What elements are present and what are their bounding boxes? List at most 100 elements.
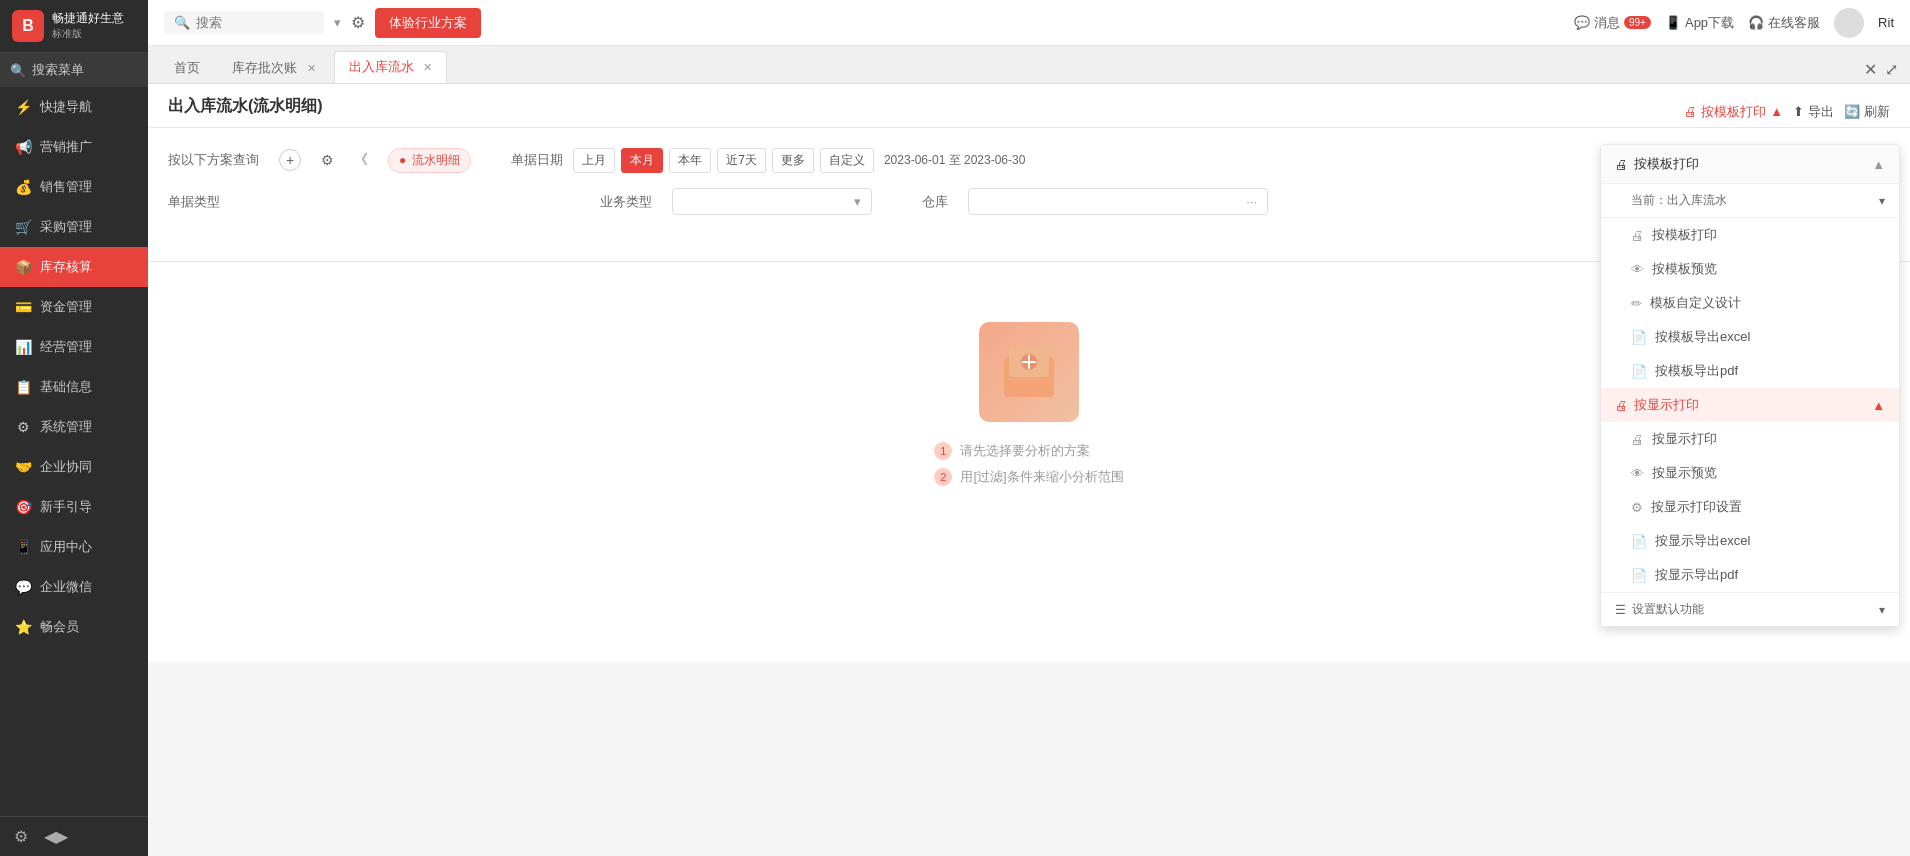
dropdown-title: 按模板打印: [1634, 155, 1699, 173]
dropdown-panel: 🖨 按模板打印 ▲ 当前：出入库流水 ▾ 🖨 按模板打印 👁 按模板预览 ✏ 模…: [1600, 144, 1900, 627]
topbar-gear-icon[interactable]: ⚙: [351, 13, 365, 32]
dropdown-item-template-preview[interactable]: 👁 按模板预览: [1601, 252, 1899, 286]
dropdown-item-display-export-pdf[interactable]: 📄 按显示导出pdf: [1601, 558, 1899, 592]
quick-nav-icon: ⚡: [14, 99, 32, 115]
avatar[interactable]: [1834, 8, 1864, 38]
display-excel-icon: 📄: [1631, 534, 1647, 549]
collapse-icon[interactable]: ◀▶: [44, 827, 68, 846]
app-download-group[interactable]: 📱 App下载: [1665, 14, 1734, 32]
empty-illustration: [994, 337, 1064, 407]
sidebar-item-basic-info[interactable]: 📋 基础信息: [0, 367, 148, 407]
dropdown-item-template-export-excel[interactable]: 📄 按模板导出excel: [1601, 320, 1899, 354]
sidebar-item-guide[interactable]: 🎯 新手引导: [0, 487, 148, 527]
dropdown-item-display-export-excel[interactable]: 📄 按显示导出excel: [1601, 524, 1899, 558]
settings-icon[interactable]: ⚙: [14, 827, 28, 846]
date-label: 单据日期: [511, 151, 563, 169]
sidebar-item-operations[interactable]: 📊 经营管理: [0, 327, 148, 367]
sidebar-item-system[interactable]: ⚙ 系统管理: [0, 407, 148, 447]
sidebar-item-label: 采购管理: [40, 218, 92, 236]
sidebar-item-sales[interactable]: 💰 销售管理: [0, 167, 148, 207]
empty-step-2: 2 用[过滤]条件来缩小分析范围: [934, 468, 1123, 486]
date-custom[interactable]: 自定义: [820, 148, 874, 173]
export-btn[interactable]: ⬆ 导出: [1793, 103, 1834, 121]
tab-batch-ledger-close[interactable]: ✕: [307, 62, 316, 74]
warehouse-select[interactable]: ···: [968, 188, 1268, 215]
sidebar: B 畅捷通好生意 标准版 🔍 搜索菜单 ⚡ 快捷导航 📢 营销推广 💰 销售管理…: [0, 0, 148, 856]
dropdown-item-label: 按显示打印: [1652, 430, 1717, 448]
dropdown-item-display-preview[interactable]: 👁 按显示预览: [1601, 456, 1899, 490]
step-1-text: 请先选择要分析的方案: [960, 442, 1090, 460]
sidebar-item-app-center[interactable]: 📱 应用中心: [0, 527, 148, 567]
tab-expand-icon[interactable]: ⤢: [1885, 60, 1898, 79]
app-name: 畅捷通好生意: [52, 11, 124, 27]
sidebar-item-label: 营销推广: [40, 138, 92, 156]
date-last-7-days[interactable]: 近7天: [717, 148, 766, 173]
main-area: 🔍 ▾ ⚙ 体验行业方案 💬 消息 99+ 📱 App下载 🎧 在线客服 Rit: [148, 0, 1910, 856]
sidebar-item-label: 应用中心: [40, 538, 92, 556]
online-service-group[interactable]: 🎧 在线客服: [1748, 14, 1820, 32]
dropdown-item-template-print[interactable]: 🖨 按模板打印: [1601, 218, 1899, 252]
date-more[interactable]: 更多: [772, 148, 814, 173]
topbar-search-input[interactable]: [196, 15, 306, 30]
step-2-text: 用[过滤]条件来缩小分析范围: [960, 468, 1123, 486]
sidebar-item-label: 快捷导航: [40, 98, 92, 116]
wechat-icon: 💬: [14, 579, 32, 595]
tab-home[interactable]: 首页: [160, 53, 214, 83]
filter-add-btn[interactable]: +: [279, 149, 301, 171]
message-group[interactable]: 💬 消息 99+: [1574, 14, 1651, 32]
basic-info-icon: 📋: [14, 379, 32, 395]
dropdown-footer[interactable]: ☰ 设置默认功能 ▾: [1601, 592, 1899, 626]
tab-inout-flow[interactable]: 出入库流水 ✕: [334, 51, 448, 83]
sidebar-item-quick-nav[interactable]: ⚡ 快捷导航: [0, 87, 148, 127]
business-type-select[interactable]: ▾: [672, 188, 872, 215]
sidebar-item-wechat[interactable]: 💬 企业微信: [0, 567, 148, 607]
template-preview-icon: 👁: [1631, 262, 1644, 277]
topbar-icons: 💬 消息 99+ 📱 App下载 🎧 在线客服 Rit: [1574, 8, 1894, 38]
sidebar-item-label: 销售管理: [40, 178, 92, 196]
dropdown-item-display-print-settings[interactable]: ⚙ 按显示打印设置: [1601, 490, 1899, 524]
export-icon: ⬆: [1793, 104, 1804, 119]
filter-active-tag[interactable]: ● 流水明细: [388, 148, 471, 173]
dropdown-current: 当前：出入库流水 ▾: [1601, 184, 1899, 218]
tab-batch-ledger-label: 库存批次账: [232, 60, 297, 75]
industry-btn[interactable]: 体验行业方案: [375, 8, 481, 38]
pdf-icon: 📄: [1631, 364, 1647, 379]
dropdown-item-template-export-pdf[interactable]: 📄 按模板导出pdf: [1601, 354, 1899, 388]
date-this-year[interactable]: 本年: [669, 148, 711, 173]
dropdown-item-template-custom[interactable]: ✏ 模板自定义设计: [1601, 286, 1899, 320]
dropdown-collapse-icon[interactable]: ▲: [1872, 157, 1885, 172]
sidebar-item-enterprise[interactable]: 🤝 企业协同: [0, 447, 148, 487]
display-preview-icon: 👁: [1631, 466, 1644, 481]
sidebar-item-marketing[interactable]: 📢 营销推广: [0, 127, 148, 167]
dropdown-current-arrow: ▾: [1879, 194, 1885, 208]
topbar-search-box[interactable]: 🔍: [164, 11, 324, 34]
template-print-btn[interactable]: 🖨 按模板打印 ▲: [1684, 103, 1783, 121]
sidebar-item-label: 系统管理: [40, 418, 92, 436]
dropdown-item-display-print[interactable]: 🖨 按显示打印: [1601, 422, 1899, 456]
sidebar-item-finance[interactable]: 💳 资金管理: [0, 287, 148, 327]
filter-tag-label: 流水明细: [412, 152, 460, 169]
date-prev-month[interactable]: 上月: [573, 148, 615, 173]
refresh-btn[interactable]: 🔄 刷新: [1844, 103, 1890, 121]
tab-close-all-icon[interactable]: ✕: [1864, 60, 1877, 79]
empty-step-1: 1 请先选择要分析的方案: [934, 442, 1123, 460]
sidebar-search[interactable]: 🔍 搜索菜单: [0, 53, 148, 87]
sidebar-item-inventory[interactable]: 📦 库存核算: [0, 247, 148, 287]
topbar-dropdown-icon[interactable]: ▾: [334, 15, 341, 30]
date-this-month[interactable]: 本月: [621, 148, 663, 173]
empty-image: [979, 322, 1079, 422]
tab-inout-flow-label: 出入库流水: [349, 59, 414, 74]
filter-settings-icon[interactable]: ⚙: [321, 152, 334, 168]
tab-batch-ledger[interactable]: 库存批次账 ✕: [218, 53, 330, 83]
topbar-search-icon: 🔍: [174, 15, 190, 30]
sidebar-item-purchase[interactable]: 🛒 采购管理: [0, 207, 148, 247]
app-edition: 标准版: [52, 27, 124, 41]
headset-icon: 🎧: [1748, 15, 1764, 30]
sidebar-nav: ⚡ 快捷导航 📢 营销推广 💰 销售管理 🛒 采购管理 📦 库存核算 💳 资金管…: [0, 87, 148, 816]
tab-inout-flow-close[interactable]: ✕: [423, 61, 432, 73]
filter-collapse-icon[interactable]: 《: [354, 151, 368, 169]
filter-label: 按以下方案查询: [168, 151, 259, 169]
dropdown-section-display[interactable]: 🖨 按显示打印 ▲: [1601, 388, 1899, 422]
sidebar-item-member[interactable]: ⭐ 畅会员: [0, 607, 148, 647]
app-center-icon: 📱: [14, 539, 32, 555]
